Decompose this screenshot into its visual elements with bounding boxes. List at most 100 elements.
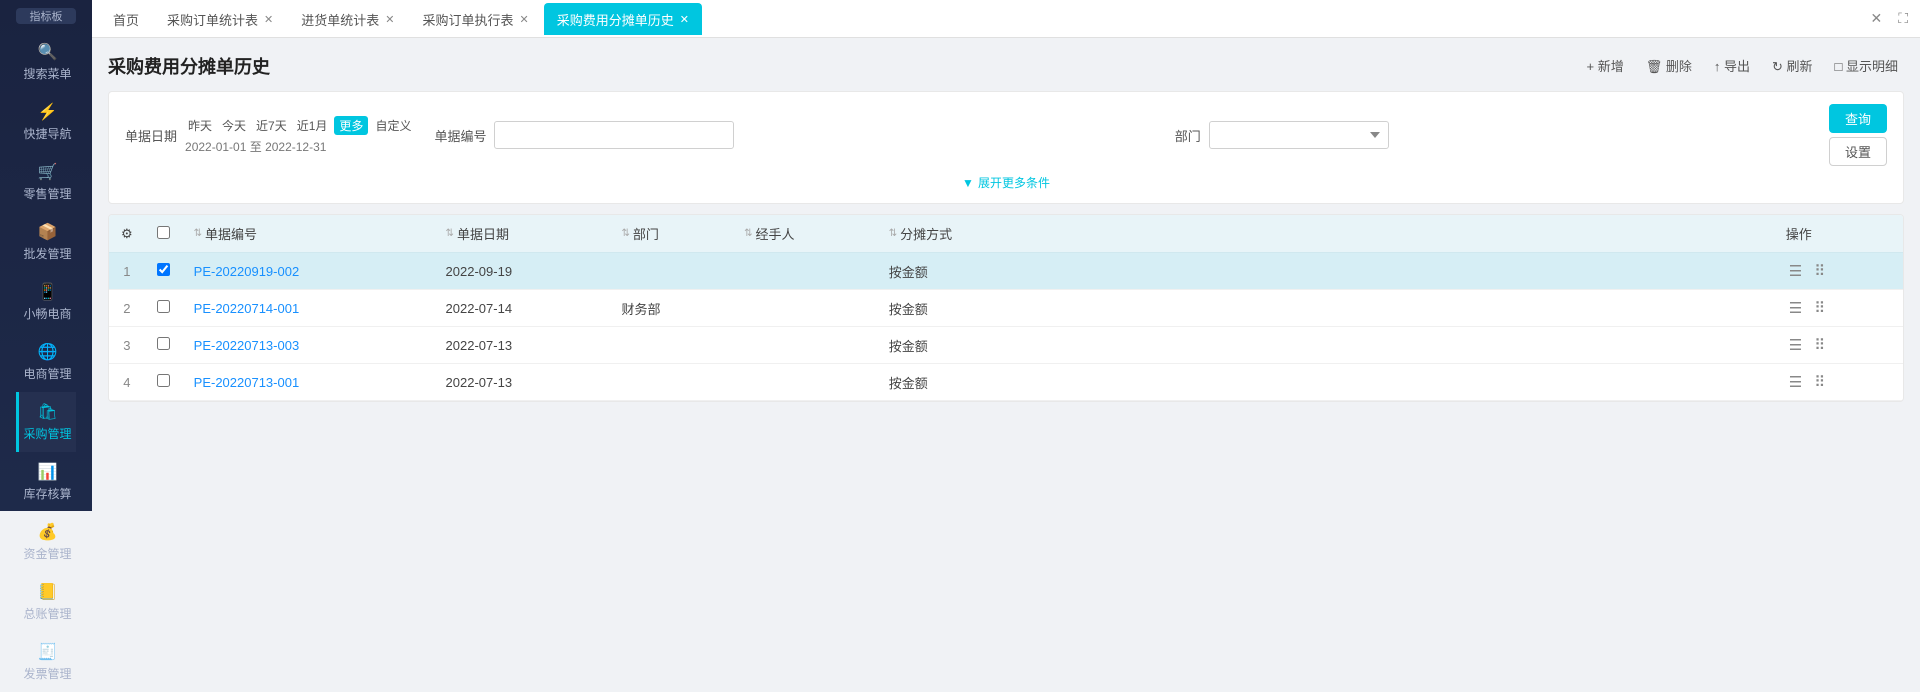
tab-purchase-order-exec[interactable]: 采购订单执行表✕: [409, 3, 541, 35]
export-button[interactable]: ↑ 导出: [1708, 52, 1756, 79]
split-method-column-header[interactable]: ⇅分摊方式: [877, 215, 1774, 253]
row-doc-date-1: 2022-07-14: [434, 290, 610, 327]
row-doc-date-2: 2022-07-13: [434, 327, 610, 364]
sidebar-item-purchase[interactable]: 🛍采购管理: [16, 392, 75, 452]
tab-inbound-summary[interactable]: 进货单统计表 ✕: [288, 3, 407, 35]
filter-settings-button[interactable]: 设置: [1829, 137, 1887, 166]
row-dept-3: [610, 364, 733, 401]
doc-num-input[interactable]: [494, 121, 734, 149]
page-title: 采购费用分摊单历史: [108, 53, 270, 79]
tab-actions-area: ✕ ⛶: [1866, 8, 1912, 29]
show-detail-button[interactable]: □ 显示明细: [1829, 52, 1904, 79]
row-checkbox-2[interactable]: [145, 327, 182, 364]
wholesale-icon: 📦: [38, 222, 58, 242]
chevron-down-icon: ▼: [962, 176, 974, 190]
row-more-icon-1[interactable]: ⠿: [1811, 298, 1828, 318]
tab-purchase-order-summary[interactable]: 采购订单统计表 ✕: [154, 3, 286, 35]
row-more-icon-3[interactable]: ⠿: [1811, 372, 1828, 392]
sidebar-item-invoice[interactable]: 🧾发票管理: [16, 632, 75, 692]
tab-label-purchase-order-summary: 采购订单统计表: [167, 10, 258, 29]
maximize-window-button[interactable]: ⛶: [1894, 8, 1912, 29]
table-row: 4 PE-20220713-001 2022-07-13 按金额 ☰ ⠿: [109, 364, 1903, 401]
row-view-icon-1[interactable]: ☰: [1786, 298, 1805, 318]
tab-home[interactable]: 首页: [100, 3, 152, 35]
checkbox-column-header[interactable]: [145, 215, 182, 253]
row-doc-num-3: PE-20220713-001: [182, 364, 434, 401]
row-view-icon-0[interactable]: ☰: [1786, 261, 1805, 281]
sort-icon: ⇅: [744, 228, 752, 239]
mobile-icon: 📱: [38, 282, 58, 302]
tab-label-purchase-cost-history: 采购费用分摊单历史: [557, 10, 674, 29]
sidebar-item-search[interactable]: 🔍搜索菜单: [16, 32, 75, 92]
close-tab-purchase-order-summary-icon[interactable]: ✕: [264, 13, 273, 26]
date-shortcut-4[interactable]: 更多: [334, 116, 368, 135]
doc-num-link-1[interactable]: PE-20220714-001: [194, 301, 300, 316]
finance-icon: 💰: [38, 522, 58, 542]
close-tab-purchase-cost-history-icon[interactable]: ✕: [680, 13, 689, 26]
date-shortcuts: 昨天今天近7天近1月更多自定义: [185, 116, 414, 135]
row-more-icon-0[interactable]: ⠿: [1811, 261, 1828, 281]
date-shortcut-0[interactable]: 昨天: [185, 116, 215, 135]
sidebar-item-wholesale[interactable]: 📦批发管理: [16, 212, 75, 272]
sort-icon: ⇅: [194, 228, 202, 239]
add-button[interactable]: + 新增: [1581, 52, 1630, 79]
sort-icon: ⇅: [446, 228, 454, 239]
row-view-icon-2[interactable]: ☰: [1786, 335, 1805, 355]
row-handler-0: [732, 253, 877, 290]
sidebar-item-mobile[interactable]: 📱小畅电商: [16, 272, 75, 332]
split-method-col-label: 分摊方式: [900, 224, 952, 243]
row-handler-1: [732, 290, 877, 327]
row-num-2: 3: [109, 327, 145, 364]
date-shortcut-3[interactable]: 近1月: [294, 116, 331, 135]
content-area: 采购费用分摊单历史 + 新增 🗑 删除 ↑ 导出 ↻ 刷新 □ 显示明细 单据日…: [92, 38, 1920, 511]
sidebar-label-ecommerce: 电商管理: [23, 365, 71, 382]
row-doc-num-1: PE-20220714-001: [182, 290, 434, 327]
date-shortcut-1[interactable]: 今天: [219, 116, 249, 135]
sidebar-item-finance[interactable]: 💰 资金管理: [16, 512, 75, 572]
expand-filter-button[interactable]: ▼ 展开更多条件: [125, 174, 1887, 191]
inventory-icon: 📊: [38, 462, 58, 482]
refresh-button[interactable]: ↻ 刷新: [1766, 52, 1819, 79]
row-checkbox-3[interactable]: [145, 364, 182, 401]
close-tab-purchase-order-exec-icon[interactable]: ✕: [520, 13, 529, 26]
retail-icon: 🛒: [38, 162, 58, 182]
delete-button[interactable]: 🗑 删除: [1640, 52, 1698, 79]
sidebar-item-retail[interactable]: 🛒零售管理: [16, 152, 75, 212]
doc-num-link-3[interactable]: PE-20220713-001: [194, 375, 300, 390]
tab-label-inbound-summary: 进货单统计表: [301, 10, 379, 29]
doc-num-link-2[interactable]: PE-20220713-003: [194, 338, 300, 353]
dept-column-header[interactable]: ⇅部门: [610, 215, 733, 253]
close-tab-inbound-summary-icon[interactable]: ✕: [385, 13, 394, 26]
query-button[interactable]: 查询: [1829, 104, 1887, 133]
gear-column-header[interactable]: ⚙: [109, 215, 145, 253]
sidebar-label-finance: 资金管理: [23, 545, 71, 562]
row-split-method-1: 按金额: [877, 290, 1774, 327]
tab-purchase-cost-history[interactable]: 采购费用分摊单历史 ✕: [544, 3, 702, 35]
doc-date-column-header[interactable]: ⇅单据日期: [434, 215, 610, 253]
row-view-icon-3[interactable]: ☰: [1786, 372, 1805, 392]
sidebar-item-ecommerce[interactable]: 🌐电商管理: [16, 332, 75, 392]
row-checkbox-1[interactable]: [145, 290, 182, 327]
date-shortcut-2[interactable]: 近7天: [253, 116, 290, 135]
select-all-checkbox[interactable]: [157, 226, 170, 239]
row-handler-3: [732, 364, 877, 401]
row-dept-1: 财务部: [610, 290, 733, 327]
sidebar-item-ledger[interactable]: 📒总账管理: [16, 572, 75, 632]
doc-num-column-header[interactable]: ⇅单据编号: [182, 215, 434, 253]
row-more-icon-2[interactable]: ⠿: [1811, 335, 1828, 355]
sidebar-item-shortcut[interactable]: ⚡快捷导航: [16, 92, 75, 152]
expand-filter-label: 展开更多条件: [978, 174, 1050, 191]
close-window-button[interactable]: ✕: [1866, 8, 1886, 29]
sidebar-logo: 指标板: [16, 8, 76, 24]
date-shortcut-5[interactable]: 自定义: [372, 116, 414, 135]
row-doc-date-3: 2022-07-13: [434, 364, 610, 401]
row-actions-0: ☰ ⠿: [1774, 253, 1903, 290]
dept-select[interactable]: 财务部: [1209, 121, 1389, 149]
sidebar-label-ledger: 总账管理: [23, 605, 71, 622]
doc-num-link-0[interactable]: PE-20220919-002: [194, 264, 300, 279]
shortcut-icon: ⚡: [38, 102, 58, 122]
sidebar-item-inventory[interactable]: 📊库存核算: [16, 452, 75, 512]
row-dept-0: [610, 253, 733, 290]
row-checkbox-0[interactable]: [145, 253, 182, 290]
handler-column-header[interactable]: ⇅经手人: [732, 215, 877, 253]
